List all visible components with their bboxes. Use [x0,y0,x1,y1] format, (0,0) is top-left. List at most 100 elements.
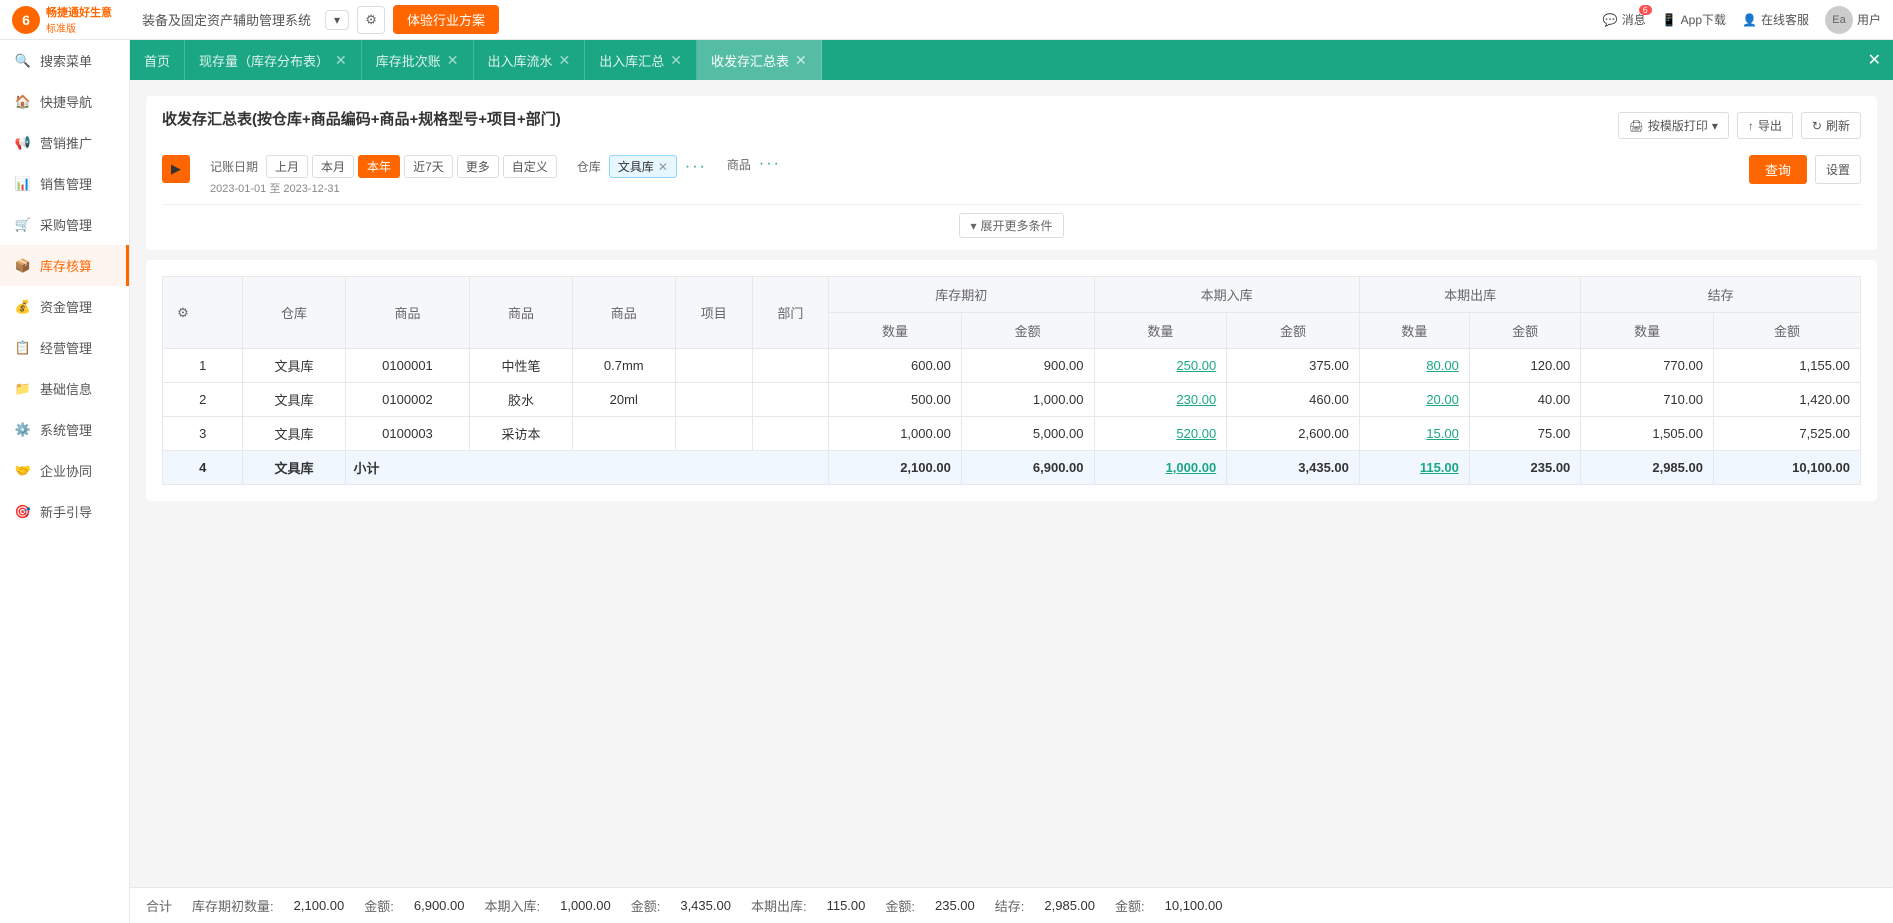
row2-out-qty[interactable]: 20.00 [1359,383,1469,417]
th-col-settings[interactable]: ⚙ [163,277,243,349]
th-opening-amt: 金额 [961,313,1094,349]
subtotal-out-qty[interactable]: 115.00 [1359,451,1469,485]
th-opening-qty: 数量 [829,313,962,349]
row2-close-qty: 710.00 [1581,383,1714,417]
user-area[interactable]: Ea 用户 [1825,6,1881,34]
goods-more[interactable]: ··· [759,155,781,173]
export-button[interactable]: ↑ 导出 [1737,112,1793,139]
system-dropdown[interactable]: ▾ [325,10,349,30]
date-btn-more[interactable]: 更多 [457,155,499,178]
sidebar-item-system[interactable]: ⚙️ 系统管理 [0,409,129,450]
sidebar-item-newbie[interactable]: 🎯 新手引导 [0,491,129,532]
app-container: 6 畅捷通好生意 标准版 装备及固定资产辅助管理系统 ▾ ⚙ 体验行业方案 💬 … [0,0,1893,923]
row1-project [676,349,753,383]
subtotal-row: 4 文具库 小计 2,100.00 6,900.00 1,000.00 3,43… [163,451,1861,485]
sidebar-item-purchase[interactable]: 🛒 采购管理 [0,204,129,245]
row3-name: 采访本 [470,417,572,451]
row2-open-amt: 1,000.00 [961,383,1094,417]
row2-in-amt: 460.00 [1227,383,1360,417]
row1-no: 1 [163,349,243,383]
th-out-qty: 数量 [1359,313,1469,349]
row3-spec [572,417,676,451]
online-service-button[interactable]: 👤 在线客服 [1742,11,1809,28]
logo-text: 畅捷通好生意 标准版 [46,4,112,35]
sidebar-item-marketing[interactable]: 📢 营销推广 [0,122,129,163]
tab-receive-send-summary[interactable]: 收发存汇总表 ✕ [697,40,822,80]
query-button[interactable]: 查询 [1749,155,1807,184]
tab-bar-close-all[interactable]: ✕ [1856,50,1893,70]
row1-in-qty[interactable]: 250.00 [1094,349,1227,383]
row1-open-amt: 900.00 [961,349,1094,383]
filter-line: ▶ 记账日期 上月 本月 本年 近7天 更多 自定义 [162,155,1861,196]
settings-button[interactable]: 设置 [1815,155,1861,184]
row3-out-amt: 75.00 [1469,417,1580,451]
row1-close-amt: 1,155.00 [1713,349,1860,383]
th-closing-qty: 数量 [1581,313,1714,349]
subtotal-in-qty[interactable]: 1,000.00 [1094,451,1227,485]
warehouse-more[interactable]: ··· [685,158,707,176]
tab-inventory-dist[interactable]: 现存量（库存分布表） ✕ [185,40,362,80]
sidebar-item-sales[interactable]: 📊 销售管理 [0,163,129,204]
expand-button[interactable]: ▾ 展开更多条件 [959,213,1063,238]
row1-out-qty[interactable]: 80.00 [1359,349,1469,383]
gear-button[interactable]: ⚙ [357,6,385,34]
logo-area: 6 畅捷通好生意 标准版 [12,4,142,35]
refresh-button[interactable]: ↻ 刷新 [1801,112,1861,139]
sidebar-item-operation[interactable]: 📋 经营管理 [0,327,129,368]
row3-code: 0100003 [345,417,470,451]
row2-no: 2 [163,383,243,417]
tab-close-batch-account[interactable]: ✕ [447,53,459,67]
date-btn-custom[interactable]: 自定义 [503,155,557,178]
app-download-button[interactable]: 📱 App下载 [1662,11,1726,28]
total-out-amt-label: 金额: [885,896,915,915]
total-out-amt: 235.00 [935,898,975,913]
th-goods-spec: 商品 [572,277,676,349]
table-row: 1 文具库 0100001 中性笔 0.7mm 600.00 900.00 25… [163,349,1861,383]
row2-out-amt: 40.00 [1469,383,1580,417]
date-btn-7days[interactable]: 近7天 [404,155,453,178]
print-button[interactable]: 🖨 按模版打印 ▾ [1618,112,1729,139]
refresh-icon: ↻ [1812,119,1822,133]
date-buttons: 上月 本月 本年 近7天 更多 自定义 [266,155,557,178]
message-button[interactable]: 💬 消息 6 [1603,11,1646,28]
marketing-icon: 📢 [14,135,32,151]
tab-close-receive-send[interactable]: ✕ [795,53,807,67]
sidebar-item-quick-nav[interactable]: 🏠 快捷导航 [0,81,129,122]
tab-close-inout-summary[interactable]: ✕ [670,53,682,67]
row2-spec: 20ml [572,383,676,417]
total-close-qty-label: 结存: [995,896,1025,915]
tab-close-inout-flow[interactable]: ✕ [559,53,571,67]
tab-home[interactable]: 首页 [130,40,185,80]
enterprise-icon: 🤝 [14,463,32,479]
row3-out-qty[interactable]: 15.00 [1359,417,1469,451]
row2-close-amt: 1,420.00 [1713,383,1860,417]
trial-button[interactable]: 体验行业方案 [393,5,499,34]
row3-in-qty[interactable]: 520.00 [1094,417,1227,451]
sidebar-item-enterprise[interactable]: 🤝 企业协同 [0,450,129,491]
total-label: 合计 [146,896,172,915]
column-settings-icon[interactable]: ⚙ [169,299,197,327]
date-filter-label: 记账日期 [210,158,258,175]
date-btn-this-month[interactable]: 本月 [312,155,354,178]
tab-close-inventory-dist[interactable]: ✕ [335,53,347,67]
bottom-bar: 合计 库存期初数量: 2,100.00 金额: 6,900.00 本期入库: 1… [130,887,1893,923]
warehouse-filter: 仓库 文具库 ✕ ··· [577,155,707,178]
sidebar-item-basic[interactable]: 📁 基础信息 [0,368,129,409]
tab-inout-summary[interactable]: 出入库汇总 ✕ [585,40,697,80]
subtotal-warehouse: 文具库 [243,451,345,485]
date-btn-last-month[interactable]: 上月 [266,155,308,178]
th-goods-name: 商品 [470,277,572,349]
filter-arrow[interactable]: ▶ [162,155,190,183]
tab-batch-account[interactable]: 库存批次账 ✕ [362,40,474,80]
page-content: 收发存汇总表(按仓库+商品编码+商品+规格型号+项目+部门) 🖨 按模版打印 ▾… [130,80,1893,887]
tab-inout-flow[interactable]: 出入库流水 ✕ [474,40,586,80]
table-row: 3 文具库 0100003 采访本 1,000.00 5,000.00 520.… [163,417,1861,451]
row2-in-qty[interactable]: 230.00 [1094,383,1227,417]
warehouse-tag-close[interactable]: ✕ [658,160,668,174]
sidebar-item-finance[interactable]: 💰 资金管理 [0,286,129,327]
date-btn-this-year[interactable]: 本年 [358,155,400,178]
sidebar-item-search[interactable]: 🔍 搜索菜单 [0,40,129,81]
sidebar-item-inventory[interactable]: 📦 库存核算 [0,245,129,286]
newbie-icon: 🎯 [14,504,32,520]
total-in-qty: 1,000.00 [560,898,611,913]
